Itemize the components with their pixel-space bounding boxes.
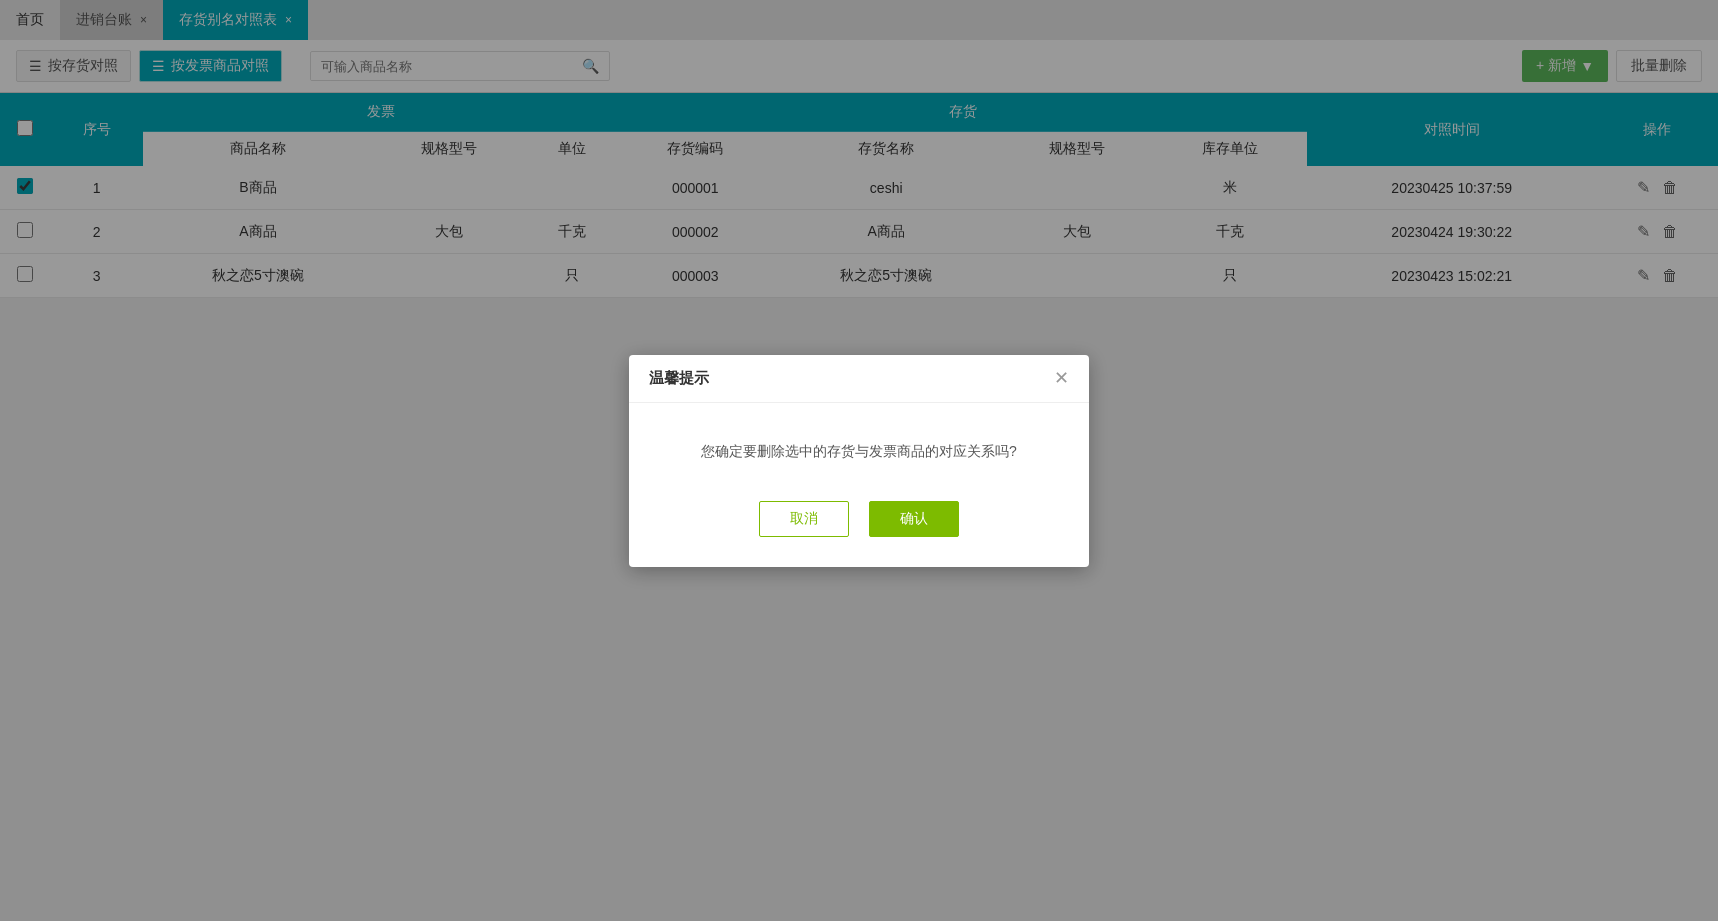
modal-overlay: 温馨提示 ✕ 您确定要删除选中的存货与发票商品的对应关系吗? 取消 确认 bbox=[0, 0, 1718, 298]
